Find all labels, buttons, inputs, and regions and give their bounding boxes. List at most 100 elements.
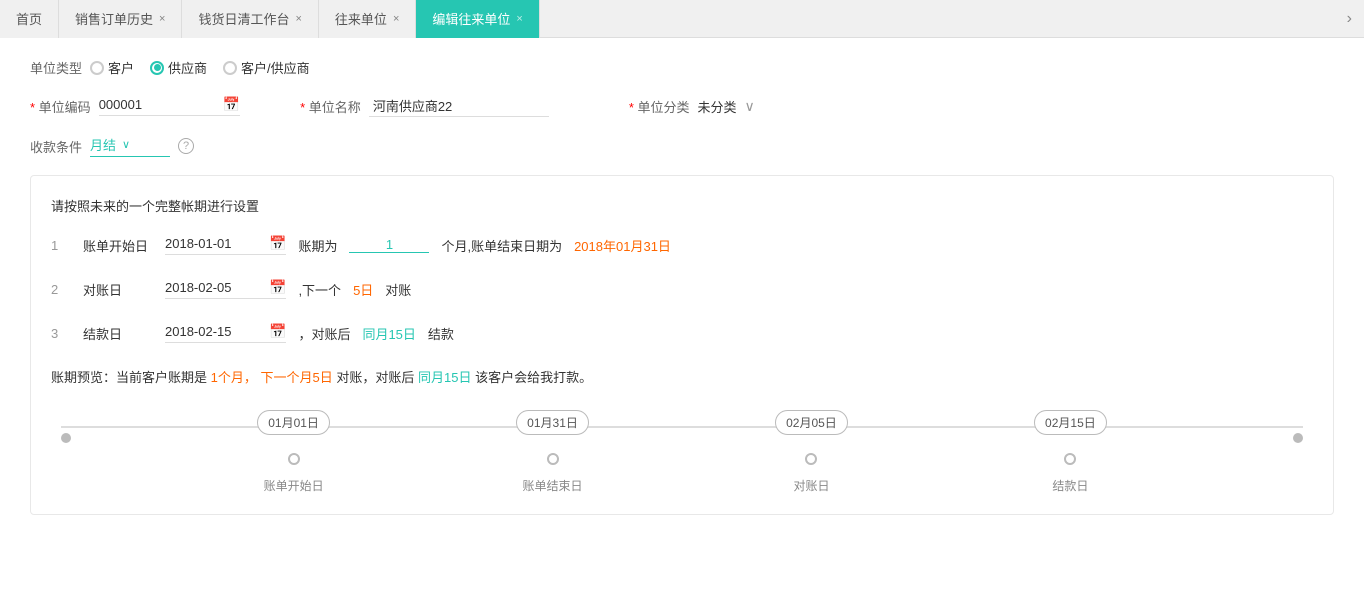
timeline-end-cap: [1293, 420, 1303, 494]
preview-text: 账期预览：当前客户账期是 1个月， 下一个月5日 对账，对账后 同月15日 该客…: [51, 367, 1313, 386]
close-edit-partner[interactable]: ×: [516, 13, 522, 25]
close-partner[interactable]: ×: [393, 13, 399, 25]
radio-circle-both: [223, 61, 237, 75]
radio-circle-customer: [90, 61, 104, 75]
unit-name-label: 单位名称: [300, 97, 361, 116]
row2-prefix: ,下一个: [298, 280, 341, 299]
close-sales-history[interactable]: ×: [159, 13, 165, 25]
row1-suffix2: 个月,账单结束日期为: [441, 236, 562, 255]
unit-code-label: 单位编码: [30, 97, 91, 116]
preview-part4: 同月15日: [418, 370, 471, 385]
unit-code-input[interactable]: [99, 97, 219, 112]
timeline-start-dot: [61, 433, 71, 443]
payment-date-wrap: 📅: [165, 323, 286, 343]
unit-type-label: 单位类型: [30, 58, 82, 77]
timeline-dot-4: [1064, 453, 1076, 465]
timeline-dot-2: [547, 453, 559, 465]
period-input[interactable]: [349, 237, 429, 253]
timeline-tag-1: 01月01日: [257, 410, 330, 435]
tab-more-button[interactable]: ›: [1335, 10, 1364, 28]
end-date-highlight: 2018年01月31日: [574, 236, 671, 255]
timeline-node-2: 01月31日 账单结束日: [516, 410, 589, 494]
timeline-tag-3: 02月05日: [775, 410, 848, 435]
timeline-start-cap: [61, 420, 71, 494]
start-date-wrap: 📅: [165, 235, 286, 255]
setting-row-1: 1 账单开始日 📅 账期为 个月,账单结束日期为 2018年01月31日: [51, 235, 1313, 255]
start-date-calendar-icon[interactable]: 📅: [269, 235, 286, 252]
main-content: 单位类型 客户 供应商 客户/供应商 单位编码: [0, 38, 1364, 608]
unit-code-icon[interactable]: 📅: [223, 96, 240, 113]
row-num-2: 2: [51, 282, 71, 297]
radio-customer[interactable]: 客户: [90, 58, 134, 77]
tab-partner[interactable]: 往来单位 ×: [319, 0, 416, 38]
timeline-node-4: 02月15日 结款日: [1034, 410, 1107, 494]
help-icon[interactable]: ?: [178, 138, 194, 154]
payment-terms-label: 收款条件: [30, 137, 82, 156]
tab-cash-work[interactable]: 钱货日清工作台 ×: [182, 0, 318, 38]
row-label-1: 账单开始日: [83, 236, 153, 255]
unit-type-item: 单位类型 客户 供应商 客户/供应商: [30, 58, 310, 77]
settings-section: 请按照未来的一个完整帐期进行设置 1 账单开始日 📅 账期为 个月,账单结束日期…: [30, 175, 1334, 515]
unit-name-item: 单位名称: [300, 95, 549, 117]
timeline-sublabel-3: 对账日: [793, 477, 829, 494]
radio-label-customer: 客户: [108, 58, 134, 77]
radio-label-supplier: 供应商: [168, 58, 207, 77]
timeline: 01月01日 账单开始日 01月31日 账单结束日 02月05日 对账日: [51, 410, 1313, 494]
setting-row-3: 3 结款日 📅 ，对账后 同月15日 结款: [51, 323, 1313, 343]
payment-terms-row: 收款条件 月结 ∨ ?: [30, 135, 1334, 157]
unit-category-label: 单位分类: [629, 97, 690, 116]
unit-category-dropdown-icon[interactable]: ∨: [745, 98, 755, 115]
unit-info-row: 单位编码 📅 单位名称 单位分类 未分类 ∨: [30, 95, 1334, 117]
reconcile-date-input[interactable]: [165, 280, 265, 295]
timeline-sublabel-1: 账单开始日: [264, 477, 324, 494]
preview-part2: 下一个月5日: [261, 370, 333, 385]
close-cash-work[interactable]: ×: [295, 13, 301, 25]
radio-group: 客户 供应商 客户/供应商: [90, 58, 310, 77]
payment-date-input[interactable]: [165, 324, 265, 339]
payment-terms-select[interactable]: 月结 ∨: [90, 135, 170, 157]
timeline-node-1: 01月01日 账单开始日: [257, 410, 330, 494]
unit-code-input-wrap: 📅: [99, 96, 240, 116]
unit-name-input[interactable]: [369, 95, 549, 117]
row-num-1: 1: [51, 238, 71, 253]
payment-terms-arrow-icon[interactable]: ∨: [122, 138, 130, 151]
tab-edit-partner[interactable]: 编辑往来单位 ×: [416, 0, 539, 38]
unit-code-item: 单位编码 📅: [30, 96, 240, 116]
timeline-sublabel-2: 账单结束日: [523, 477, 583, 494]
radio-supplier[interactable]: 供应商: [150, 58, 207, 77]
unit-category-value: 未分类: [698, 97, 737, 116]
unit-category-item: 单位分类 未分类 ∨: [629, 97, 755, 116]
row-label-3: 结款日: [83, 324, 153, 343]
tab-sales-history[interactable]: 销售订单历史 ×: [59, 0, 182, 38]
setting-row-2: 2 对账日 📅 ,下一个 5日 对账: [51, 279, 1313, 299]
row1-suffix1: 账期为: [298, 236, 337, 255]
tab-bar: 首页 销售订单历史 × 钱货日清工作台 × 往来单位 × 编辑往来单位 × ›: [0, 0, 1364, 38]
timeline-end-dot: [1293, 433, 1303, 443]
reconcile-day-highlight: 5日: [353, 280, 373, 299]
row-label-2: 对账日: [83, 280, 153, 299]
radio-circle-supplier: [150, 61, 164, 75]
radio-both[interactable]: 客户/供应商: [223, 58, 310, 77]
payment-day-highlight: 同月15日: [362, 324, 415, 343]
preview-label: 账期预览：当前客户账期是: [51, 370, 207, 385]
row3-prefix: ，对账后: [298, 324, 350, 343]
timeline-dot-3: [805, 453, 817, 465]
row3-suffix: 结款: [428, 324, 454, 343]
timeline-sublabel-4: 结款日: [1052, 477, 1088, 494]
preview-part5: 该客户会给我打款。: [475, 370, 592, 385]
unit-type-row: 单位类型 客户 供应商 客户/供应商: [30, 58, 1334, 77]
reconcile-date-wrap: 📅: [165, 279, 286, 299]
start-date-input[interactable]: [165, 236, 265, 251]
tab-home[interactable]: 首页: [0, 0, 59, 38]
reconcile-date-calendar-icon[interactable]: 📅: [269, 279, 286, 296]
row2-suffix: 对账: [385, 280, 411, 299]
row-num-3: 3: [51, 326, 71, 341]
radio-label-both: 客户/供应商: [241, 58, 310, 77]
preview-part1: 1个月，: [211, 370, 257, 385]
payment-terms-value: 月结: [90, 135, 116, 154]
payment-date-calendar-icon[interactable]: 📅: [269, 323, 286, 340]
payment-terms-item: 收款条件 月结 ∨ ?: [30, 135, 194, 157]
timeline-nodes: 01月01日 账单开始日 01月31日 账单结束日 02月05日 对账日: [61, 410, 1303, 494]
timeline-node-3: 02月05日 对账日: [775, 410, 848, 494]
timeline-tag-4: 02月15日: [1034, 410, 1107, 435]
